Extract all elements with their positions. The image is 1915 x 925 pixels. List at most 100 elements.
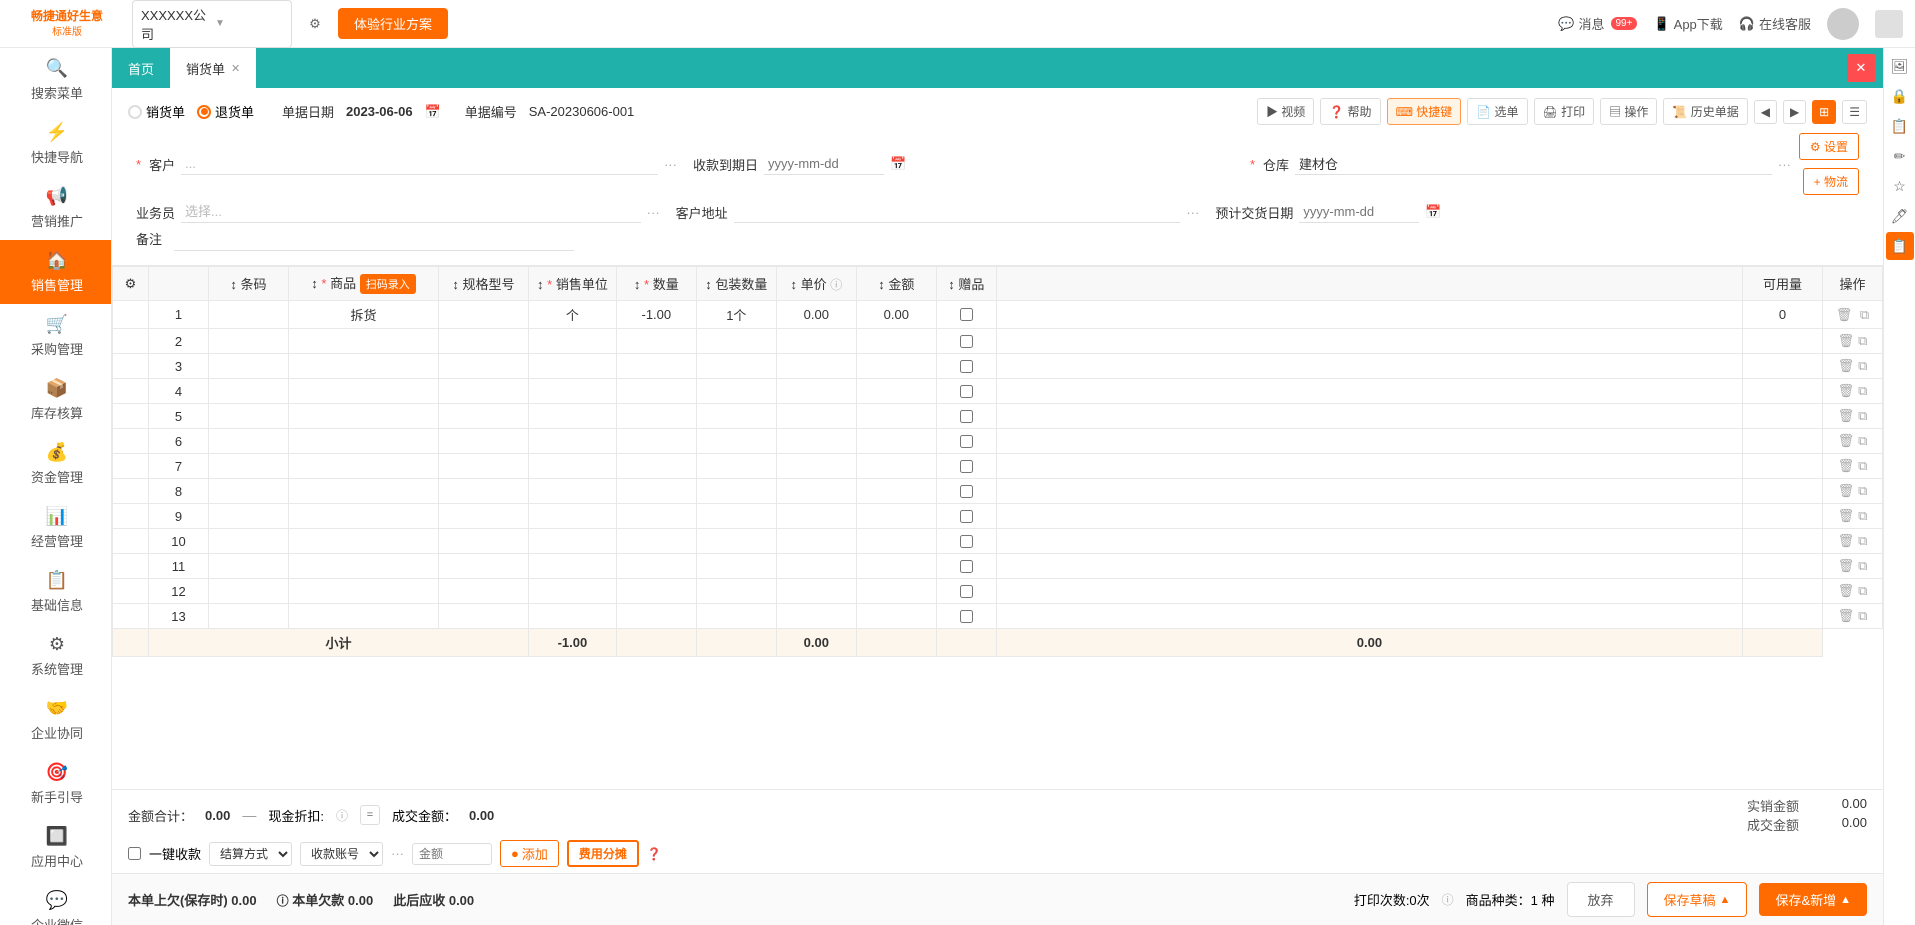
delete-icon[interactable]: 🗑 bbox=[1838, 383, 1855, 398]
row-product[interactable]: 拆货 bbox=[289, 301, 439, 329]
sidebar-item-operation[interactable]: 📊 经营管理 bbox=[0, 496, 111, 560]
warehouse-more-icon[interactable]: ··· bbox=[1778, 157, 1791, 172]
account-more-icon[interactable]: ··· bbox=[391, 846, 404, 861]
form-settings-button[interactable]: ⚙ 设置 bbox=[1799, 133, 1859, 160]
calendar-expected-icon[interactable]: 📅 bbox=[1425, 204, 1441, 220]
float-copy-button[interactable]: 📋 bbox=[1886, 112, 1914, 140]
float-accent-button[interactable]: 📋 bbox=[1886, 232, 1914, 260]
salesman-more-icon[interactable]: ··· bbox=[647, 205, 660, 220]
delete-icon[interactable]: 🗑 bbox=[1838, 333, 1855, 348]
calc-method-select[interactable]: 结算方式 bbox=[209, 842, 292, 866]
delete-icon[interactable]: 🗑 bbox=[1838, 583, 1855, 598]
message-button[interactable]: 💬 消息 99+ bbox=[1558, 14, 1637, 33]
row-amount[interactable]: 0.00 bbox=[856, 301, 936, 329]
copy-row-icon[interactable]: ⧉ bbox=[1858, 483, 1867, 498]
delete-icon[interactable]: 🗑 bbox=[1838, 508, 1855, 523]
customer-addr-input[interactable] bbox=[734, 201, 1181, 223]
float-pen-button[interactable]: 🖊 bbox=[1886, 202, 1914, 230]
radio-sales-order[interactable]: 销货单 bbox=[128, 102, 185, 121]
sidebar-item-enterprise[interactable]: 🤝 企业协同 bbox=[0, 688, 111, 752]
copy-row-icon[interactable]: ⧉ bbox=[1858, 558, 1867, 573]
row-unit[interactable]: 个 bbox=[529, 301, 617, 329]
operate-button[interactable]: ▤ 操作 bbox=[1600, 98, 1657, 125]
row-gift[interactable] bbox=[936, 301, 996, 329]
print-button[interactable]: 🖨 打印 bbox=[1534, 98, 1595, 125]
select-button[interactable]: 📄 选单 bbox=[1467, 98, 1527, 125]
product-type-icon[interactable]: ⓘ bbox=[1442, 891, 1454, 908]
price-info-icon[interactable]: ⓘ bbox=[830, 278, 842, 292]
close-button[interactable]: ✕ bbox=[1847, 54, 1875, 82]
float-image-button[interactable]: 🖼 bbox=[1886, 52, 1914, 80]
expected-date-input[interactable] bbox=[1299, 201, 1419, 223]
calendar-due-icon[interactable]: 📅 bbox=[890, 156, 906, 172]
account-select[interactable]: 收款账号 bbox=[300, 842, 383, 866]
addr-more-icon[interactable]: ··· bbox=[1186, 205, 1199, 220]
user-menu[interactable] bbox=[1875, 10, 1903, 38]
delete-icon[interactable]: 🗑 bbox=[1838, 433, 1855, 448]
sidebar-item-purchase[interactable]: 🛒 采购管理 bbox=[0, 304, 111, 368]
row-barcode[interactable] bbox=[209, 301, 289, 329]
sidebar-item-wechat[interactable]: 💬 企业微信 bbox=[0, 880, 111, 925]
discard-button[interactable]: 放弃 bbox=[1567, 882, 1635, 917]
fee-info-icon[interactable]: ❓ bbox=[647, 847, 662, 861]
sidebar-item-guide[interactable]: 🎯 新手引导 bbox=[0, 752, 111, 816]
row-pack-qty[interactable]: 1个 bbox=[696, 301, 776, 329]
calendar-icon[interactable]: 📅 bbox=[425, 104, 441, 120]
add-button[interactable]: ● 添加 bbox=[500, 840, 559, 867]
discount-info-icon[interactable]: ⓘ bbox=[336, 807, 348, 824]
copy-row-icon[interactable]: ⧉ bbox=[1858, 433, 1867, 448]
row-qty[interactable]: -1.00 bbox=[616, 301, 696, 329]
memo-input[interactable] bbox=[174, 229, 574, 251]
due-date-input[interactable] bbox=[764, 153, 884, 175]
salesman-input[interactable] bbox=[181, 201, 641, 223]
sidebar-item-finance[interactable]: 💰 资金管理 bbox=[0, 432, 111, 496]
th-config[interactable]: ⚙ bbox=[113, 267, 149, 301]
sidebar-item-basic[interactable]: 📋 基础信息 bbox=[0, 560, 111, 624]
copy-row-icon[interactable]: ⧉ bbox=[1858, 608, 1867, 623]
copy-row-icon[interactable]: ⧉ bbox=[1858, 533, 1867, 548]
amount-input[interactable] bbox=[412, 843, 492, 865]
delete-icon[interactable]: 🗑 bbox=[1838, 533, 1855, 548]
one-click-pay-checkbox[interactable] bbox=[128, 847, 141, 860]
float-lock-button[interactable]: 🔒 bbox=[1886, 82, 1914, 110]
help-button[interactable]: ❓ 帮助 bbox=[1320, 98, 1380, 125]
delete-icon[interactable]: 🗑 bbox=[1836, 307, 1853, 322]
copy-row-icon[interactable]: ⧉ bbox=[1858, 333, 1867, 348]
customer-more-icon[interactable]: ··· bbox=[664, 157, 677, 172]
sidebar-item-system[interactable]: ⚙ 系统管理 bbox=[0, 624, 111, 688]
copy-row-icon[interactable]: ⧉ bbox=[1860, 307, 1869, 322]
sidebar-item-marketing[interactable]: 📢 营销推广 bbox=[0, 176, 111, 240]
scan-button[interactable]: 扫码录入 bbox=[360, 274, 416, 294]
copy-row-icon[interactable]: ⧉ bbox=[1858, 383, 1867, 398]
settings-icon[interactable]: ⚙ bbox=[300, 9, 330, 39]
copy-row-icon[interactable]: ⧉ bbox=[1858, 583, 1867, 598]
tab-home[interactable]: 首页 bbox=[112, 48, 170, 88]
customer-input[interactable] bbox=[181, 153, 658, 175]
list-view-button[interactable]: ☰ bbox=[1842, 100, 1867, 124]
delete-icon[interactable]: 🗑 bbox=[1838, 558, 1855, 573]
copy-row-icon[interactable]: ⧉ bbox=[1858, 508, 1867, 523]
sidebar-item-inventory[interactable]: 📦 库存核算 bbox=[0, 368, 111, 432]
save-new-button[interactable]: 保存&新增 ▲ bbox=[1759, 883, 1867, 916]
next-record-button[interactable]: ▶ bbox=[1783, 100, 1806, 124]
tab-close-icon[interactable]: ✕ bbox=[231, 62, 240, 75]
delete-icon[interactable]: 🗑 bbox=[1838, 358, 1855, 373]
avatar[interactable] bbox=[1827, 8, 1859, 40]
sidebar-item-sales[interactable]: 🏠 销售管理 bbox=[0, 240, 111, 304]
app-download-button[interactable]: 📱 App下载 bbox=[1653, 14, 1722, 33]
copy-row-icon[interactable]: ⧉ bbox=[1858, 358, 1867, 373]
warehouse-input[interactable] bbox=[1295, 153, 1772, 175]
copy-row-icon[interactable]: ⧉ bbox=[1858, 408, 1867, 423]
save-draft-button[interactable]: 保存草稿 ▲ bbox=[1647, 882, 1748, 917]
delete-icon[interactable]: 🗑 bbox=[1838, 458, 1855, 473]
history-button[interactable]: 📜 历史单据 bbox=[1663, 98, 1747, 125]
sidebar-item-appstore[interactable]: 🔲 应用中心 bbox=[0, 816, 111, 880]
fee-split-button[interactable]: 费用分摊 bbox=[567, 840, 639, 867]
sidebar-item-search[interactable]: 🔍 搜索菜单 bbox=[0, 48, 111, 112]
delete-icon[interactable]: 🗑 bbox=[1838, 483, 1855, 498]
shortcut-button[interactable]: ⌨ 快捷键 bbox=[1387, 98, 1462, 125]
copy-row-icon[interactable]: ⧉ bbox=[1858, 458, 1867, 473]
row-price[interactable]: 0.00 bbox=[776, 301, 856, 329]
row-spec[interactable] bbox=[439, 301, 529, 329]
company-selector[interactable]: XXXXXX公司 ▼ bbox=[132, 0, 292, 48]
